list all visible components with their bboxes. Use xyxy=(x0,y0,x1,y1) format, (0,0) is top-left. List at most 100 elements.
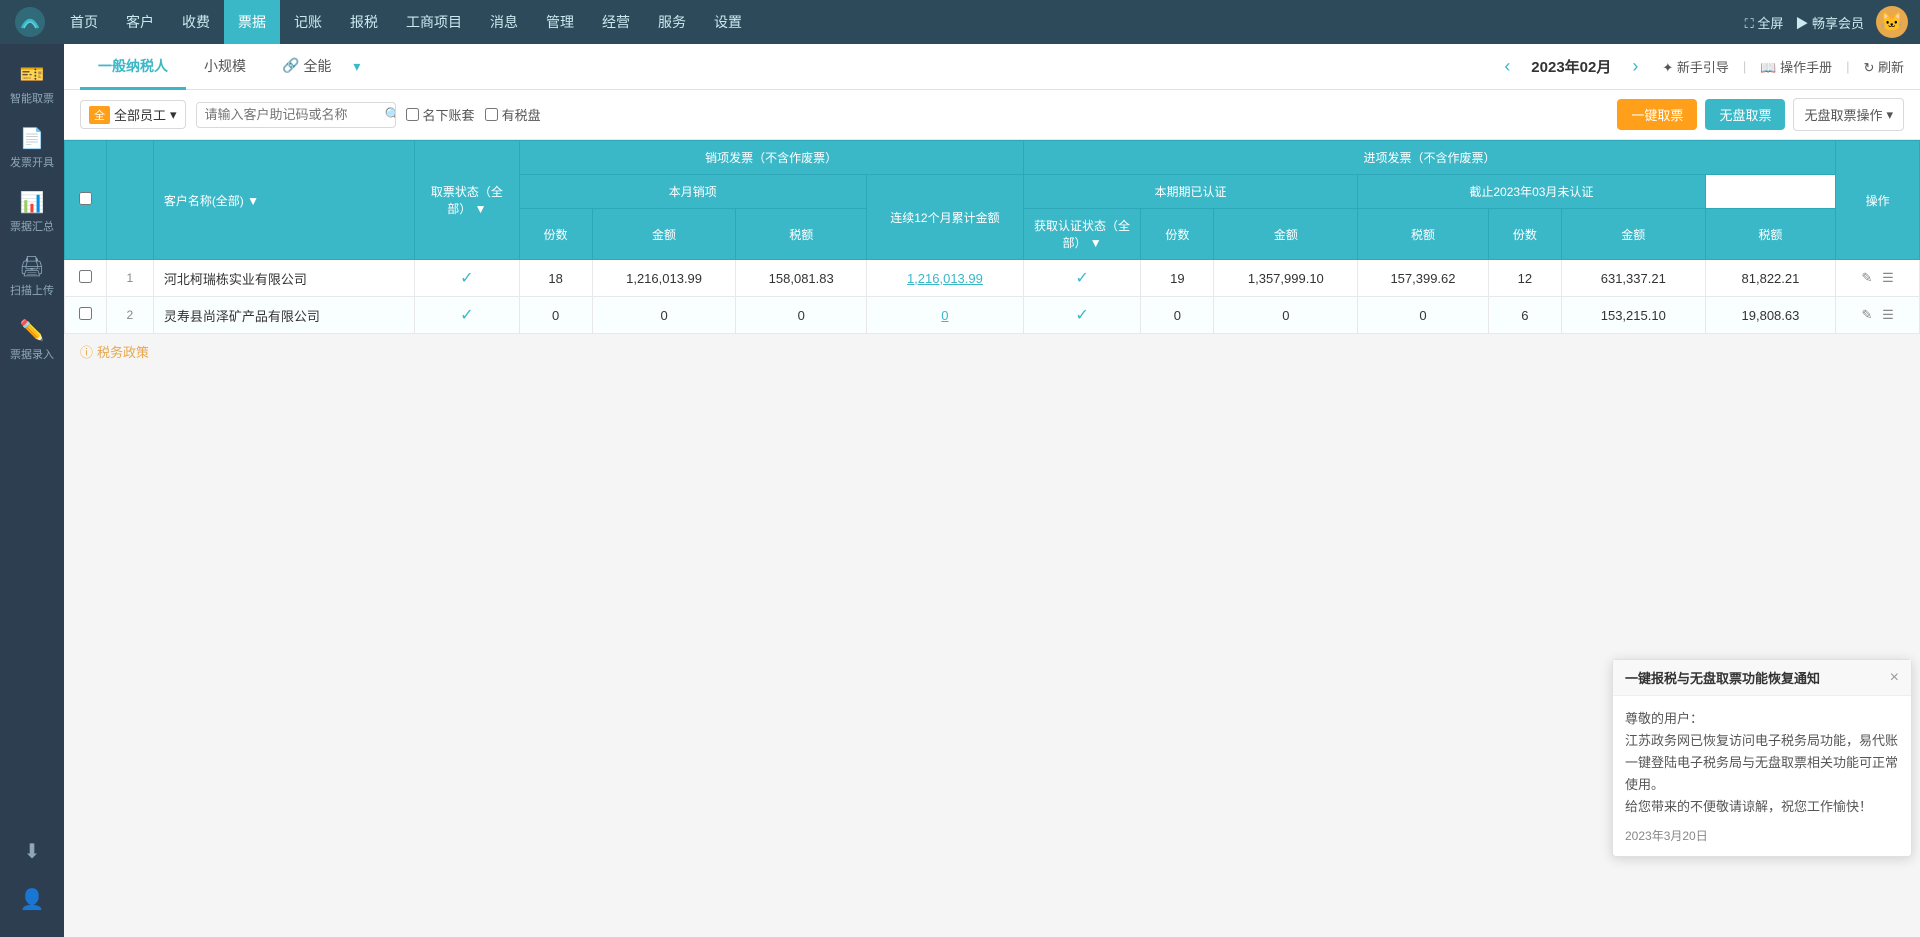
th-sales-invoice: 销项发票（不含作废票） xyxy=(519,141,1023,175)
th-operations: 操作 xyxy=(1836,141,1920,260)
row1-cumulative[interactable]: 1,216,013.99 xyxy=(867,260,1024,297)
row1-num: 1 xyxy=(106,260,153,297)
row1-cert-tax: 157,399.62 xyxy=(1358,260,1489,297)
tab-bar: 一般纳税人 小规模 🔗 全能 ▾ ‹ 2023年02月 › ✦ 新手引导 | 📖… xyxy=(64,44,1920,90)
notif-close-btn[interactable]: × xyxy=(1890,669,1899,687)
sidebar-item-user[interactable]: 👤 xyxy=(16,877,49,925)
th-checkbox xyxy=(65,141,107,260)
main-table: 客户名称(全部) ▼ 取票状态（全部） ▼ 销项发票（不含作废票） 进项发票（不… xyxy=(64,140,1920,334)
member-btn[interactable]: ▶ 畅享会员 xyxy=(1795,13,1864,32)
top-nav: 首页 客户 收费 票据 记账 报税 工商项目 消息 管理 经营 服务 设置 ⛶ … xyxy=(0,0,1920,44)
row2-cumulative[interactable]: 0 xyxy=(867,297,1024,334)
tabs-dropdown-btn[interactable]: ▾ xyxy=(353,58,360,75)
nav-business[interactable]: 工商项目 xyxy=(392,0,476,44)
row1-client-name: 河北柯瑞栋实业有限公司 xyxy=(153,260,414,297)
nav-items: 首页 客户 收费 票据 记账 报税 工商项目 消息 管理 经营 服务 设置 xyxy=(56,0,1745,44)
manual-btn[interactable]: 📖 操作手册 xyxy=(1760,57,1832,76)
search-input[interactable] xyxy=(197,103,377,126)
has-tax-checkbox-label[interactable]: 有税盘 xyxy=(485,105,541,124)
row1-cert-status-icon: ✓ xyxy=(1075,270,1088,287)
row2-checkbox[interactable] xyxy=(79,307,92,320)
search-button[interactable]: 🔍 xyxy=(377,103,396,127)
sidebar-bottom: ⬇ 👤 xyxy=(16,829,49,937)
notif-body-text: 江苏政务网已恢复访问电子税务局功能，易代账一键登陆电子税务局与无盘取票相关功能可… xyxy=(1625,730,1899,796)
one-click-fetch-btn[interactable]: 一键取票 xyxy=(1617,99,1697,130)
fetch-status-filter-icon[interactable]: ▼ xyxy=(475,202,487,216)
row1-fetch-status: ✓ xyxy=(415,260,520,297)
nav-operation[interactable]: 经营 xyxy=(588,0,644,44)
has-tax-checkbox[interactable] xyxy=(485,108,498,121)
row2-cumulative-link[interactable]: 0 xyxy=(941,308,948,323)
has-tax-label: 有税盘 xyxy=(502,105,541,124)
row2-cert-amount: 0 xyxy=(1214,297,1358,334)
tax-policy-icon: ⓘ xyxy=(80,342,93,361)
client-name-filter-icon[interactable]: ▼ xyxy=(247,194,259,208)
sidebar-item-issue[interactable]: 📄 发票开具 xyxy=(0,116,64,180)
nav-right: ⛶ 全屏 ▶ 畅享会员 🐱 xyxy=(1745,6,1908,38)
row1-cert-status: ✓ xyxy=(1023,260,1141,297)
nav-manage[interactable]: 管理 xyxy=(532,0,588,44)
row1-fetch-status-icon: ✓ xyxy=(460,270,473,287)
sidebar-item-entry[interactable]: ✏️ 票据录入 xyxy=(0,308,64,372)
no-disk-ops-label: 无盘取票操作 xyxy=(1804,105,1882,124)
avatar[interactable]: 🐱 xyxy=(1876,6,1908,38)
row1-uncert-amount: 631,337.21 xyxy=(1561,260,1705,297)
nav-service[interactable]: 服务 xyxy=(644,0,700,44)
th-uncert-tax: 税额 xyxy=(1705,209,1836,260)
search-box: 🔍 xyxy=(196,102,396,128)
month-nav: ‹ 2023年02月 › xyxy=(1496,52,1646,81)
tab-all[interactable]: 🔗 全能 xyxy=(264,44,349,90)
tab-right-actions: ✦ 新手引导 | 📖 操作手册 | ↻ 刷新 xyxy=(1662,57,1904,76)
employee-tag: 全 xyxy=(89,106,110,124)
next-month-btn[interactable]: › xyxy=(1624,52,1646,81)
tab-general[interactable]: 一般纳税人 xyxy=(80,44,186,90)
select-all-checkbox[interactable] xyxy=(79,192,92,205)
prev-month-btn[interactable]: ‹ xyxy=(1496,52,1518,81)
row2-detail-btn[interactable]: ☰ xyxy=(1882,307,1894,322)
sidebar-item-summary[interactable]: 📊 票据汇总 xyxy=(0,180,64,244)
row1-checkbox[interactable] xyxy=(79,270,92,283)
sidebar-item-issue-label: 发票开具 xyxy=(10,154,54,170)
th-cumulative: 连续12个月累计金额 xyxy=(867,175,1024,260)
tax-policy-link[interactable]: 税务政策 xyxy=(97,342,149,361)
row2-edit-btn[interactable]: ✎ xyxy=(1862,307,1873,322)
new-guide-btn[interactable]: ✦ 新手引导 xyxy=(1662,57,1729,76)
row1-cumulative-link[interactable]: 1,216,013.99 xyxy=(907,271,983,286)
employee-filter[interactable]: 全 全部员工 ▾ xyxy=(80,100,186,129)
refresh-btn[interactable]: ↻ 刷新 xyxy=(1863,57,1904,76)
row1-detail-btn[interactable]: ☰ xyxy=(1882,270,1894,285)
sidebar-item-smart-fetch[interactable]: 🎫 智能取票 xyxy=(0,52,64,116)
my-accounts-checkbox-label[interactable]: 名下账套 xyxy=(406,105,475,124)
sidebar-item-summary-label: 票据汇总 xyxy=(10,218,54,234)
nav-clients[interactable]: 客户 xyxy=(112,0,168,44)
tab-small[interactable]: 小规模 xyxy=(186,44,264,90)
sidebar-item-download[interactable]: ⬇ xyxy=(16,829,49,877)
more-icon: ▾ xyxy=(1886,107,1893,123)
nav-billing[interactable]: 收费 xyxy=(168,0,224,44)
row2-pieces: 0 xyxy=(519,297,592,334)
th-cert-pieces: 获取认证状态（全部） ▼ xyxy=(1023,209,1141,260)
no-disk-ops-btn[interactable]: 无盘取票操作 ▾ xyxy=(1793,98,1904,131)
th-uncert-pieces: 份数 xyxy=(1488,209,1561,260)
nav-accounting[interactable]: 记账 xyxy=(280,0,336,44)
sidebar-item-scan[interactable]: 🖨 扫描上传 xyxy=(0,244,64,308)
no-disk-fetch-btn[interactable]: 无盘取票 xyxy=(1705,99,1785,130)
my-accounts-checkbox[interactable] xyxy=(406,108,419,121)
row2-fetch-status: ✓ xyxy=(415,297,520,334)
notif-body: 尊敬的用户： 江苏政务网已恢复访问电子税务局功能，易代账一键登陆电子税务局与无盘… xyxy=(1613,696,1911,856)
employee-dropdown-icon: ▾ xyxy=(170,107,177,123)
fullscreen-btn[interactable]: ⛶ 全屏 xyxy=(1745,13,1784,32)
nav-settings[interactable]: 设置 xyxy=(700,0,756,44)
row1-pieces: 18 xyxy=(519,260,592,297)
row1-tax: 158,081.83 xyxy=(736,260,867,297)
row1-edit-btn[interactable]: ✎ xyxy=(1862,270,1873,285)
employee-label: 全部员工 xyxy=(114,105,166,124)
footer-hint: ⓘ 税务政策 xyxy=(64,334,1920,369)
nav-message[interactable]: 消息 xyxy=(476,0,532,44)
cert-status-filter-icon[interactable]: ▼ xyxy=(1090,236,1102,250)
th-current-period-certified: 本期期已认证 xyxy=(1023,175,1357,209)
nav-invoice[interactable]: 票据 xyxy=(224,0,280,44)
row1-ops: ✎ ☰ xyxy=(1836,260,1920,297)
nav-home[interactable]: 首页 xyxy=(56,0,112,44)
nav-tax[interactable]: 报税 xyxy=(336,0,392,44)
